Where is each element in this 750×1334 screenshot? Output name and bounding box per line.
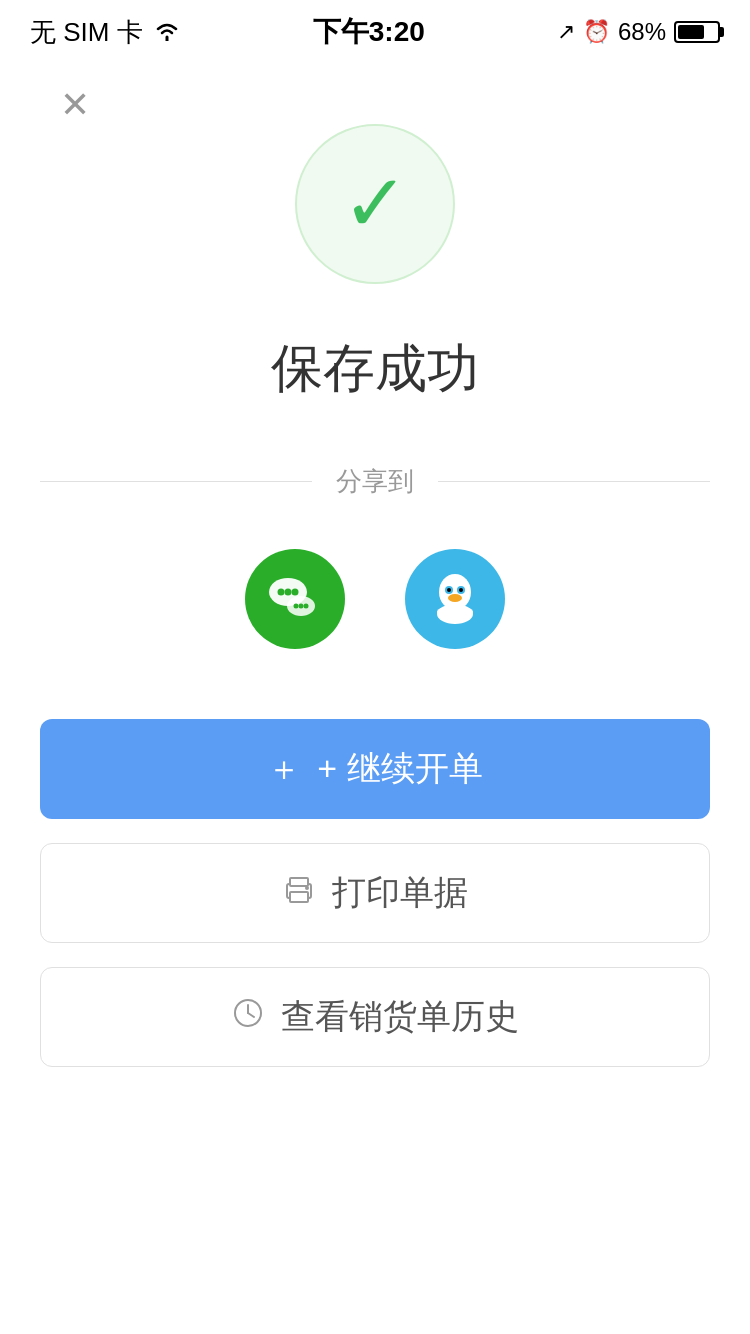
- status-time: 下午3:20: [313, 13, 425, 51]
- main-content: ✓ 保存成功 分享到: [0, 64, 750, 1067]
- success-title: 保存成功: [271, 334, 479, 404]
- share-section: 分享到: [0, 464, 750, 719]
- history-label: 查看销货单历史: [281, 994, 519, 1040]
- battery-percent: 68%: [618, 18, 666, 46]
- svg-point-7: [304, 604, 309, 609]
- svg-rect-19: [290, 892, 308, 902]
- success-circle: ✓: [295, 124, 455, 284]
- divider-left: [40, 481, 312, 482]
- wifi-icon: [153, 17, 181, 48]
- continue-button[interactable]: ＋ + 继续开单: [40, 719, 710, 819]
- svg-point-2: [285, 589, 292, 596]
- svg-point-1: [278, 589, 285, 596]
- share-label: 分享到: [312, 464, 438, 499]
- battery-icon: [674, 21, 720, 43]
- print-button[interactable]: 打印单据: [40, 843, 710, 943]
- status-carrier: 无 SIM 卡: [30, 15, 181, 50]
- svg-rect-18: [290, 878, 308, 886]
- svg-point-11: [447, 588, 451, 592]
- carrier-text: 无 SIM 卡: [30, 15, 143, 50]
- svg-point-5: [294, 604, 299, 609]
- share-divider: 分享到: [40, 464, 710, 499]
- share-icons: [40, 549, 710, 649]
- svg-line-23: [248, 1013, 254, 1017]
- history-button[interactable]: 查看销货单历史: [40, 967, 710, 1067]
- svg-point-15: [437, 608, 449, 616]
- location-icon: ↗: [557, 19, 575, 45]
- svg-point-13: [448, 594, 462, 602]
- plus-icon: ＋: [267, 746, 301, 792]
- svg-point-6: [299, 604, 304, 609]
- status-indicators: ↗ ⏰ 68%: [557, 18, 720, 46]
- svg-point-16: [461, 608, 473, 616]
- svg-point-3: [292, 589, 299, 596]
- continue-label: + 继续开单: [317, 746, 482, 792]
- svg-point-20: [305, 886, 309, 890]
- svg-point-12: [459, 588, 463, 592]
- action-buttons: ＋ + 继续开单 打印单据: [0, 719, 750, 1067]
- close-button[interactable]: ✕: [50, 80, 100, 130]
- wechat-share-button[interactable]: [245, 549, 345, 649]
- close-icon: ✕: [60, 84, 90, 126]
- printer-icon: [282, 872, 316, 914]
- qq-share-button[interactable]: [405, 549, 505, 649]
- alarm-icon: ⏰: [583, 19, 610, 45]
- checkmark-icon: ✓: [342, 164, 409, 244]
- clock-icon: [231, 996, 265, 1038]
- divider-right: [438, 481, 710, 482]
- print-label: 打印单据: [332, 870, 468, 916]
- status-bar: 无 SIM 卡 下午3:20 ↗ ⏰ 68%: [0, 0, 750, 64]
